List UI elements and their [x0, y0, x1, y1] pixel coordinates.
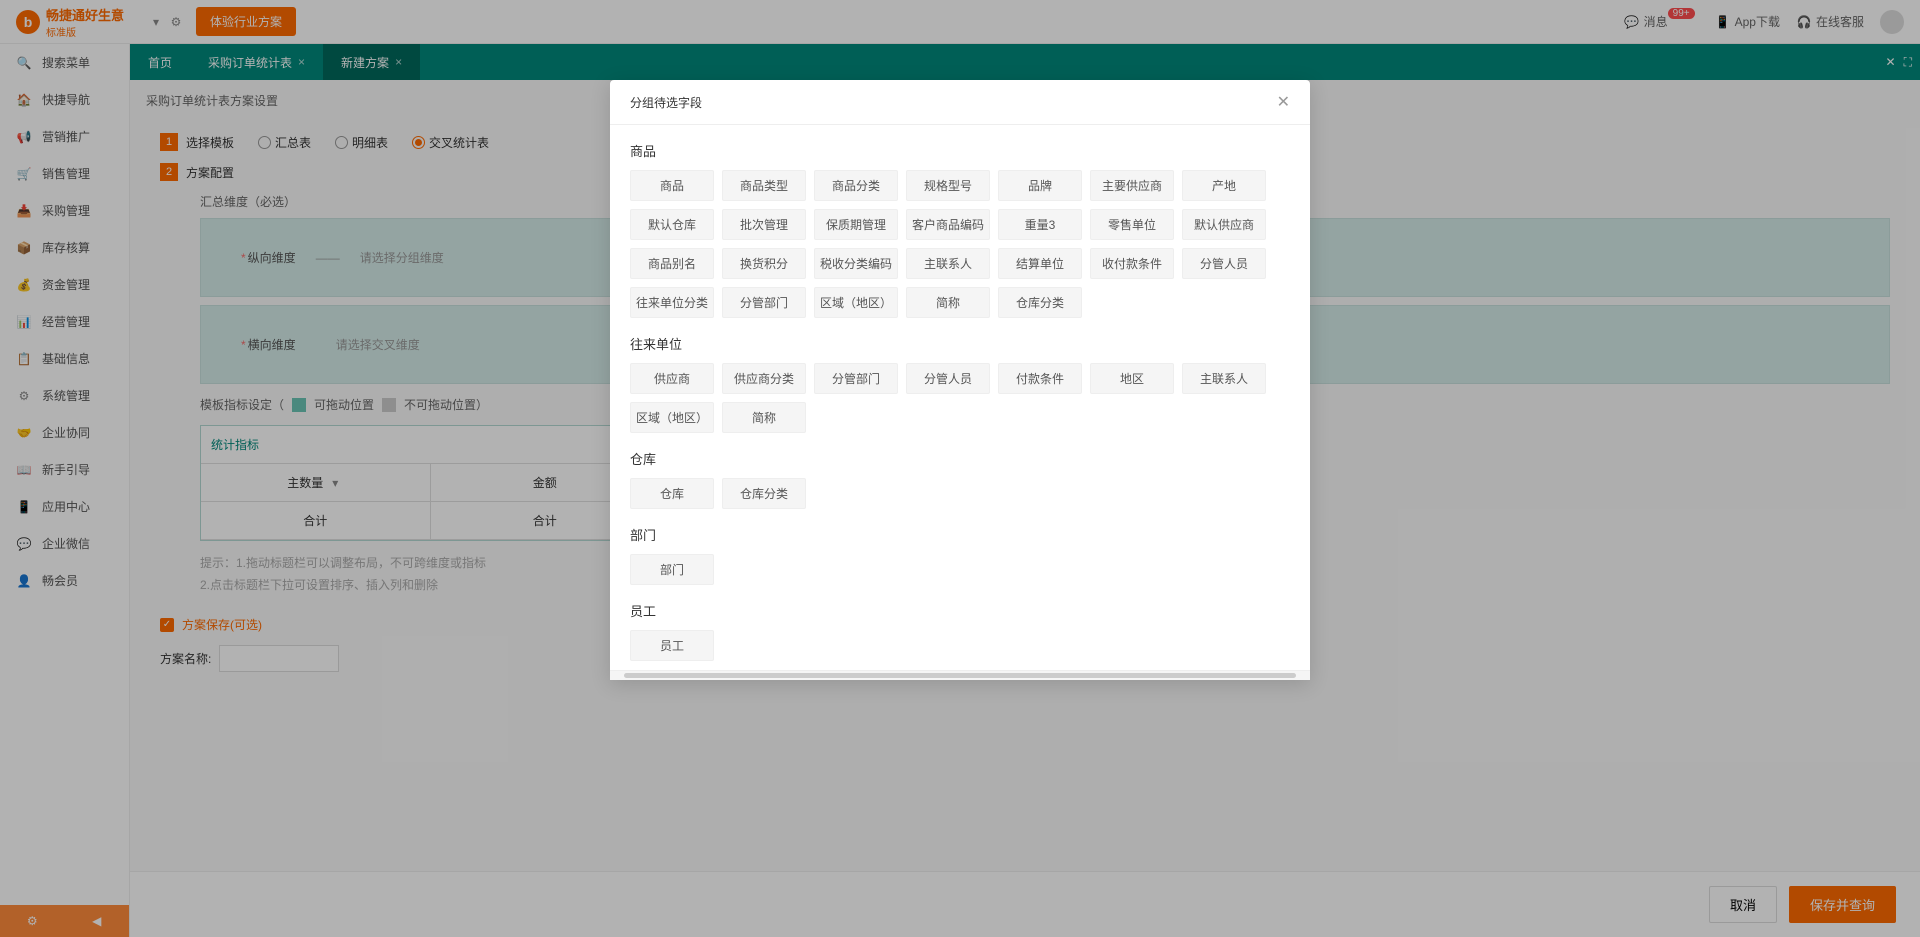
field-tag[interactable]: 换货积分	[722, 248, 806, 279]
field-tag[interactable]: 供应商分类	[722, 363, 806, 394]
field-tag[interactable]: 区域（地区）	[814, 287, 898, 318]
field-tag[interactable]: 主要供应商	[1090, 170, 1174, 201]
field-tags: 员工	[630, 630, 1290, 661]
field-tag[interactable]: 供应商	[630, 363, 714, 394]
field-tag[interactable]: 零售单位	[1090, 209, 1174, 240]
field-group-3: 部门部门	[630, 525, 1290, 585]
field-group-title: 部门	[630, 525, 1290, 544]
field-tags: 供应商供应商分类分管部门分管人员付款条件地区主联系人区域（地区） 简称	[630, 363, 1290, 433]
field-tag[interactable]: 主联系人	[906, 248, 990, 279]
field-tags: 仓库仓库分类	[630, 478, 1290, 509]
field-tag[interactable]: 仓库分类	[722, 478, 806, 509]
field-tag[interactable]: 保质期管理	[814, 209, 898, 240]
field-tag[interactable]: 区域（地区）	[630, 402, 714, 433]
field-tag[interactable]: 规格型号	[906, 170, 990, 201]
field-tag[interactable]: 客户商品编码	[906, 209, 990, 240]
field-tag[interactable]: 产地	[1182, 170, 1266, 201]
field-tag[interactable]: 主联系人	[1182, 363, 1266, 394]
field-tag[interactable]: 付款条件	[998, 363, 1082, 394]
field-tag[interactable]: 分管部门	[722, 287, 806, 318]
field-tag[interactable]: 部门	[630, 554, 714, 585]
field-tag[interactable]: 商品	[630, 170, 714, 201]
field-tag[interactable]: 商品别名	[630, 248, 714, 279]
modal-body[interactable]: 商品商品商品类型商品分类规格型号品牌主要供应商产地默认仓库批次管理保质期管理客户…	[610, 125, 1310, 670]
field-tag[interactable]: 税收分类编码	[814, 248, 898, 279]
field-tag[interactable]: 简称	[722, 402, 806, 433]
field-tag[interactable]: 分管人员	[906, 363, 990, 394]
field-tag[interactable]: 商品分类	[814, 170, 898, 201]
field-tag[interactable]: 往来单位分类	[630, 287, 714, 318]
modal-close-icon[interactable]: ✕	[1277, 92, 1290, 112]
field-group-title: 往来单位	[630, 334, 1290, 353]
field-tag[interactable]: 结算单位	[998, 248, 1082, 279]
field-tags: 部门	[630, 554, 1290, 585]
field-group-1: 往来单位供应商供应商分类分管部门分管人员付款条件地区主联系人区域（地区） 简称	[630, 334, 1290, 433]
field-group-title: 仓库	[630, 449, 1290, 468]
field-tag[interactable]: 商品类型	[722, 170, 806, 201]
field-tag[interactable]: 简称	[906, 287, 990, 318]
field-tags: 商品商品类型商品分类规格型号品牌主要供应商产地默认仓库批次管理保质期管理客户商品…	[630, 170, 1290, 318]
field-tag[interactable]: 地区	[1090, 363, 1174, 394]
field-tag[interactable]: 分管人员	[1182, 248, 1266, 279]
field-tag[interactable]: 默认仓库	[630, 209, 714, 240]
field-group-title: 员工	[630, 601, 1290, 620]
field-group-4: 员工员工	[630, 601, 1290, 661]
field-tag[interactable]: 收付款条件	[1090, 248, 1174, 279]
field-tag[interactable]: 批次管理	[722, 209, 806, 240]
field-group-0: 商品商品商品类型商品分类规格型号品牌主要供应商产地默认仓库批次管理保质期管理客户…	[630, 141, 1290, 318]
field-group-2: 仓库仓库仓库分类	[630, 449, 1290, 509]
modal-title: 分组待选字段	[630, 94, 702, 111]
modal-header: 分组待选字段 ✕	[610, 80, 1310, 125]
field-tag[interactable]: 仓库分类	[998, 287, 1082, 318]
field-tag[interactable]: 重量3	[998, 209, 1082, 240]
field-tag[interactable]: 默认供应商	[1182, 209, 1266, 240]
modal-hscroll-thumb[interactable]	[624, 673, 1296, 678]
modal-hscroll[interactable]	[610, 670, 1310, 680]
field-tag[interactable]: 员工	[630, 630, 714, 661]
field-tag[interactable]: 品牌	[998, 170, 1082, 201]
field-tag[interactable]: 分管部门	[814, 363, 898, 394]
field-group-title: 商品	[630, 141, 1290, 160]
modal: 分组待选字段 ✕ 商品商品商品类型商品分类规格型号品牌主要供应商产地默认仓库批次…	[610, 80, 1310, 680]
field-tag[interactable]: 仓库	[630, 478, 714, 509]
